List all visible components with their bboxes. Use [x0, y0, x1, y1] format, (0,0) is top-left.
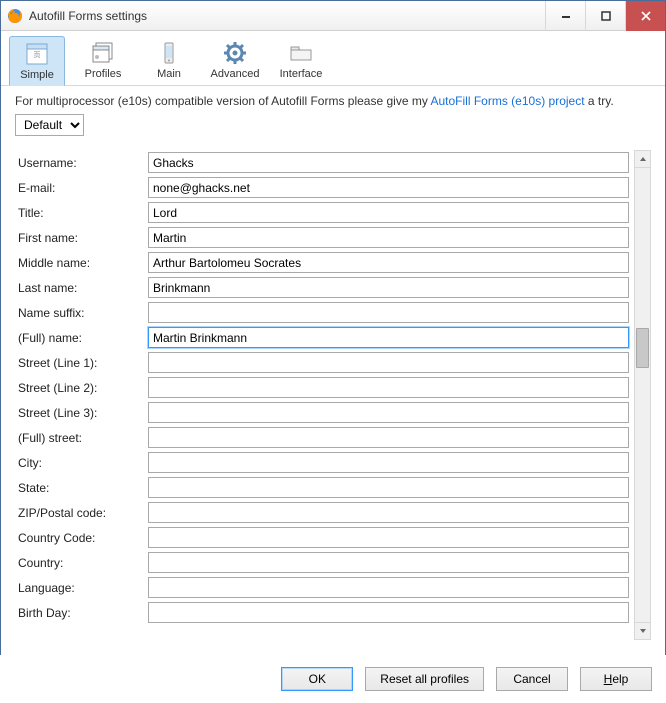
- tab-label: Main: [157, 68, 181, 80]
- vertical-scrollbar[interactable]: [634, 150, 651, 640]
- row-username: Username:: [15, 150, 632, 175]
- row-full-name: (Full) name:: [15, 325, 632, 350]
- row-state: State:: [15, 475, 632, 500]
- input-first-name[interactable]: [148, 227, 629, 248]
- scroll-down-button[interactable]: [635, 622, 650, 639]
- row-country: Country:: [15, 550, 632, 575]
- input-username[interactable]: [148, 152, 629, 173]
- input-last-name[interactable]: [148, 277, 629, 298]
- row-street2: Street (Line 2):: [15, 375, 632, 400]
- label-last-name: Last name:: [15, 275, 145, 300]
- tab-advanced[interactable]: Advanced: [207, 35, 263, 85]
- row-name-suffix: Name suffix:: [15, 300, 632, 325]
- label-street3: Street (Line 3):: [15, 400, 145, 425]
- row-middle-name: Middle name:: [15, 250, 632, 275]
- input-street2[interactable]: [148, 377, 629, 398]
- toolbar: 页 Simple Profiles Main: [1, 31, 665, 86]
- minimize-button[interactable]: [545, 1, 585, 31]
- maximize-button[interactable]: [585, 1, 625, 31]
- input-street3[interactable]: [148, 402, 629, 423]
- input-name-suffix[interactable]: [148, 302, 629, 323]
- input-city[interactable]: [148, 452, 629, 473]
- label-first-name: First name:: [15, 225, 145, 250]
- svg-text:页: 页: [34, 51, 41, 59]
- row-street1: Street (Line 1):: [15, 350, 632, 375]
- row-full-street: (Full) street:: [15, 425, 632, 450]
- input-country-code[interactable]: [148, 527, 629, 548]
- label-name-suffix: Name suffix:: [15, 300, 145, 325]
- label-language: Language:: [15, 575, 145, 600]
- scroll-thumb[interactable]: [636, 328, 649, 368]
- ok-button[interactable]: OK: [281, 667, 353, 691]
- tab-main[interactable]: Main: [141, 35, 197, 85]
- window-title: Autofill Forms settings: [29, 9, 147, 23]
- input-country[interactable]: [148, 552, 629, 573]
- label-full-name: (Full) name:: [15, 325, 145, 350]
- row-language: Language:: [15, 575, 632, 600]
- label-full-street: (Full) street:: [15, 425, 145, 450]
- input-zip[interactable]: [148, 502, 629, 523]
- row-email: E-mail:: [15, 175, 632, 200]
- row-zip: ZIP/Postal code:: [15, 500, 632, 525]
- e10s-project-link[interactable]: AutoFill Forms (e10s) project: [431, 94, 585, 108]
- label-email: E-mail:: [15, 175, 145, 200]
- row-street3: Street (Line 3):: [15, 400, 632, 425]
- scroll-up-button[interactable]: [635, 151, 650, 168]
- tab-simple[interactable]: 页 Simple: [9, 36, 65, 86]
- row-last-name: Last name:: [15, 275, 632, 300]
- title-bar: Autofill Forms settings: [1, 1, 665, 31]
- label-title: Title:: [15, 200, 145, 225]
- label-middle-name: Middle name:: [15, 250, 145, 275]
- input-full-name[interactable]: [148, 327, 629, 348]
- tab-profiles[interactable]: Profiles: [75, 35, 131, 85]
- profiles-cards-icon: [90, 40, 116, 66]
- row-country-code: Country Code:: [15, 525, 632, 550]
- dialog-footer: OK Reset all profiles Cancel Help: [0, 655, 666, 703]
- content-area: For multiprocessor (e10s) compatible ver…: [1, 86, 665, 654]
- reset-all-profiles-button[interactable]: Reset all profiles: [365, 667, 484, 691]
- label-state: State:: [15, 475, 145, 500]
- input-birth-day[interactable]: [148, 602, 629, 623]
- tab-label: Advanced: [211, 68, 260, 80]
- row-title: Title:: [15, 200, 632, 225]
- input-full-street[interactable]: [148, 427, 629, 448]
- input-state[interactable]: [148, 477, 629, 498]
- help-button[interactable]: Help: [580, 667, 652, 691]
- notice-prefix: For multiprocessor (e10s) compatible ver…: [15, 94, 431, 108]
- label-birth-day: Birth Day:: [15, 600, 145, 625]
- label-country: Country:: [15, 550, 145, 575]
- label-city: City:: [15, 450, 145, 475]
- input-street1[interactable]: [148, 352, 629, 373]
- gear-icon: [222, 40, 248, 66]
- simple-page-icon: 页: [24, 41, 50, 67]
- main-phone-icon: [156, 40, 182, 66]
- cancel-button[interactable]: Cancel: [496, 667, 568, 691]
- label-username: Username:: [15, 150, 145, 175]
- tab-label: Simple: [20, 69, 54, 81]
- firefox-icon: [7, 8, 23, 24]
- profile-select[interactable]: Default: [15, 114, 84, 136]
- label-zip: ZIP/Postal code:: [15, 500, 145, 525]
- label-street2: Street (Line 2):: [15, 375, 145, 400]
- input-title[interactable]: [148, 202, 629, 223]
- notice-suffix: a try.: [588, 94, 614, 108]
- compat-notice: For multiprocessor (e10s) compatible ver…: [15, 94, 651, 108]
- input-language[interactable]: [148, 577, 629, 598]
- scroll-track[interactable]: [635, 168, 650, 622]
- tab-label: Interface: [280, 68, 323, 80]
- row-city: City:: [15, 450, 632, 475]
- row-first-name: First name:: [15, 225, 632, 250]
- close-button[interactable]: [625, 1, 665, 31]
- folder-icon: [288, 40, 314, 66]
- input-middle-name[interactable]: [148, 252, 629, 273]
- form-panel: Username: E-mail: Title: First name: Mid…: [15, 150, 634, 640]
- tab-label: Profiles: [85, 68, 122, 80]
- label-country-code: Country Code:: [15, 525, 145, 550]
- input-email[interactable]: [148, 177, 629, 198]
- row-birth-day: Birth Day:: [15, 600, 632, 625]
- label-street1: Street (Line 1):: [15, 350, 145, 375]
- tab-interface[interactable]: Interface: [273, 35, 329, 85]
